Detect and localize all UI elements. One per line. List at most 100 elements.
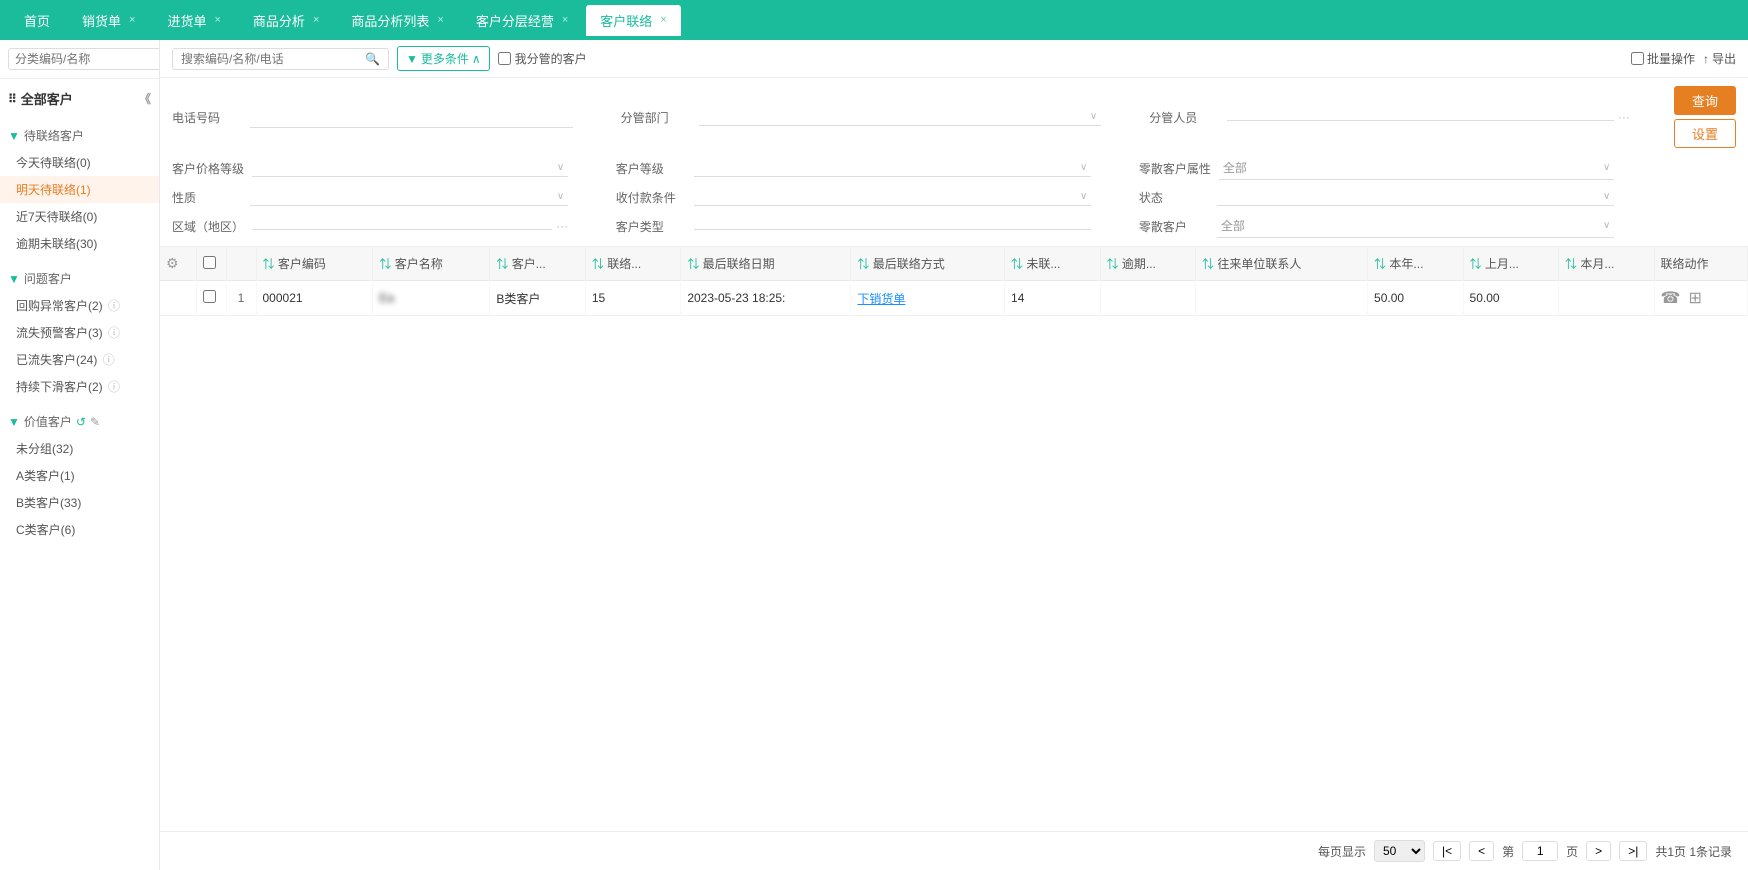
close-tab-4-icon[interactable]: × — [562, 14, 568, 26]
batch-op-btn[interactable]: 批量操作 — [1631, 50, 1695, 67]
close-tab-0-icon[interactable]: × — [129, 14, 135, 26]
td-no: 1 — [226, 281, 256, 316]
info-icon-0: ⓘ — [108, 299, 120, 313]
person-label: 分管人员 — [1149, 109, 1219, 126]
person-select[interactable] — [1227, 114, 1614, 121]
th-contacts-sort-icon: ⇅ — [1202, 257, 1214, 271]
query-button[interactable]: 查询 — [1674, 86, 1736, 115]
filter-cell-retail-customer: 零散客户 全部 ∨ — [1139, 214, 1614, 238]
filter-bar: 🔍 ▼ 更多条件 ∧ 我分管的客户 批量操作 ↑ 导出 — [160, 40, 1748, 78]
export-btn[interactable]: ↑ 导出 — [1703, 50, 1736, 67]
nav-tab-5[interactable]: 客户联络 × — [586, 5, 680, 36]
search-icon[interactable]: 🔍 — [365, 52, 380, 66]
phone-input[interactable] — [250, 107, 573, 128]
triangle-icon: ▼ — [8, 129, 20, 143]
nav-tab-2[interactable]: 商品分析 × — [239, 5, 333, 36]
close-tab-1-icon[interactable]: × — [214, 14, 220, 26]
retail-attr-select[interactable]: 全部 ∨ — [1219, 156, 1614, 180]
sidebar-item-a-class[interactable]: A类客户(1) — [0, 462, 159, 489]
sidebar-pending-group-title[interactable]: ▼ 待联络客户 — [0, 122, 159, 149]
nav-home[interactable]: 首页 — [10, 5, 64, 36]
region-dots-icon[interactable]: ··· — [556, 219, 568, 233]
contact-method-link[interactable]: 下销货单 — [857, 292, 905, 306]
dept-chevron-icon: ∨ — [1090, 111, 1097, 122]
info-icon-1: ⓘ — [108, 326, 120, 340]
close-tab-3-icon[interactable]: × — [437, 14, 443, 26]
phone-label: 电话号码 — [172, 109, 242, 126]
th-contact-sort-icon: ⇅ — [592, 257, 604, 271]
sidebar-problem-group-title[interactable]: ▼ 问题客户 — [0, 265, 159, 292]
gear-icon[interactable]: ⚙ — [166, 255, 179, 271]
sidebar-all-section: ⠿ 全部客户 《 — [0, 79, 159, 118]
page-label: 第 — [1502, 843, 1514, 860]
row-checkbox[interactable] — [203, 290, 216, 303]
filter-cell-customer-type: 客户类型 — [616, 218, 1091, 235]
retail-attr-chevron: ∨ — [1603, 162, 1610, 173]
sidebar-item-week-pending[interactable]: 近7天待联络(0) — [0, 203, 159, 230]
sidebar-pending-section: ▼ 待联络客户 今天待联络(0) 明天待联络(1) 近7天待联络(0) 逾期未联… — [0, 118, 159, 261]
th-method-sort-icon: ⇅ — [857, 257, 869, 271]
page-number-input[interactable] — [1522, 841, 1558, 861]
filter-cell-customer-grade: 客户等级 ∨ — [616, 159, 1091, 177]
total-label: 共1页 1条记录 — [1655, 843, 1732, 860]
customer-grade-select[interactable]: ∨ — [694, 159, 1091, 177]
retail-customer-select[interactable]: 全部 ∨ — [1217, 214, 1614, 238]
info-icon-2: ⓘ — [103, 353, 115, 367]
person-dots-icon[interactable]: ··· — [1618, 110, 1630, 124]
last-page-btn[interactable]: >| — [1619, 841, 1647, 861]
settings-button[interactable]: 设置 — [1674, 119, 1736, 148]
close-tab-5-icon[interactable]: × — [660, 14, 666, 26]
refresh-icon[interactable]: ↺ — [76, 415, 86, 429]
sidebar-search-input[interactable] — [8, 48, 160, 70]
status-chevron: ∨ — [1603, 191, 1610, 202]
filter-cell-retail-attr: 零散客户属性 全部 ∨ — [1139, 156, 1614, 180]
sidebar-item-b-class[interactable]: B类客户(33) — [0, 489, 159, 516]
my-customers-checkbox[interactable]: 我分管的客户 — [498, 50, 587, 67]
search-input[interactable] — [181, 52, 361, 66]
sidebar-item-churn-warning[interactable]: 流失预警客户(3) ⓘ — [0, 319, 159, 346]
filter-cell-person: 分管人员 ··· — [1149, 109, 1630, 126]
per-page-select[interactable]: 50 20 100 — [1374, 840, 1425, 862]
nav-tab-4[interactable]: 客户分层经营 × — [462, 5, 582, 36]
nav-tab-3[interactable]: 商品分析列表 × — [337, 5, 457, 36]
td-uncontacted: 14 — [1005, 281, 1100, 316]
sidebar-item-churned[interactable]: 已流失客户(24) ⓘ — [0, 346, 159, 373]
nature-select[interactable]: ∨ — [250, 188, 568, 206]
status-select[interactable]: ∨ — [1217, 188, 1614, 206]
my-customers-check[interactable] — [498, 52, 511, 65]
sidebar-all-customers[interactable]: ⠿ 全部客户 《 — [0, 83, 159, 114]
status-label: 状态 — [1139, 189, 1209, 206]
dept-select[interactable]: ∨ — [699, 108, 1102, 126]
th-uncontacted: ⇅ 未联... — [1005, 247, 1100, 281]
sidebar-item-today-pending[interactable]: 今天待联络(0) — [0, 149, 159, 176]
collapse-icon[interactable]: 《 — [139, 90, 151, 107]
nav-tab-0[interactable]: 销货单 × — [68, 5, 149, 36]
td-overdue — [1100, 281, 1195, 316]
edit-value-icon[interactable]: ✎ — [90, 415, 100, 429]
sidebar-item-c-class[interactable]: C类客户(6) — [0, 516, 159, 543]
action-phone-icon[interactable]: ☎ — [1661, 288, 1681, 308]
select-all-checkbox[interactable] — [203, 256, 216, 269]
sidebar-item-overdue-pending[interactable]: 逾期未联络(30) — [0, 230, 159, 257]
sidebar-item-ungrouped[interactable]: 未分组(32) — [0, 435, 159, 462]
customer-type-label: 客户类型 — [616, 218, 686, 235]
sidebar-item-abnormal-repurchase[interactable]: 回购异常客户(2) ⓘ — [0, 292, 159, 319]
more-conditions-btn[interactable]: ▼ 更多条件 ∧ — [397, 46, 490, 71]
sidebar-item-tomorrow-pending[interactable]: 明天待联络(1) — [0, 176, 159, 203]
batch-checkbox[interactable] — [1631, 52, 1644, 65]
customer-type-select[interactable] — [694, 223, 1091, 230]
action-grid-icon[interactable]: ⊞ — [1688, 288, 1701, 308]
prev-page-btn[interactable]: < — [1469, 841, 1494, 861]
payment-select[interactable]: ∨ — [694, 188, 1091, 206]
next-page-btn[interactable]: > — [1586, 841, 1611, 861]
close-tab-2-icon[interactable]: × — [313, 14, 319, 26]
sidebar-value-group-title[interactable]: ▼ 价值客户 ↺ ✎ — [0, 408, 159, 435]
sidebar-item-declining[interactable]: 持续下滑客户(2) ⓘ — [0, 373, 159, 400]
nav-tab-1[interactable]: 进货单 × — [153, 5, 234, 36]
region-select[interactable] — [252, 223, 552, 230]
per-page-label: 每页显示 — [1318, 843, 1366, 860]
th-last-contact-date: ⇅ 最后联络日期 — [681, 247, 851, 281]
price-grade-select[interactable]: ∨ — [252, 159, 568, 177]
first-page-btn[interactable]: |< — [1433, 841, 1461, 861]
data-table: ⚙ ⇅ 客户编码 ⇅ 客户名称 — [160, 247, 1748, 316]
